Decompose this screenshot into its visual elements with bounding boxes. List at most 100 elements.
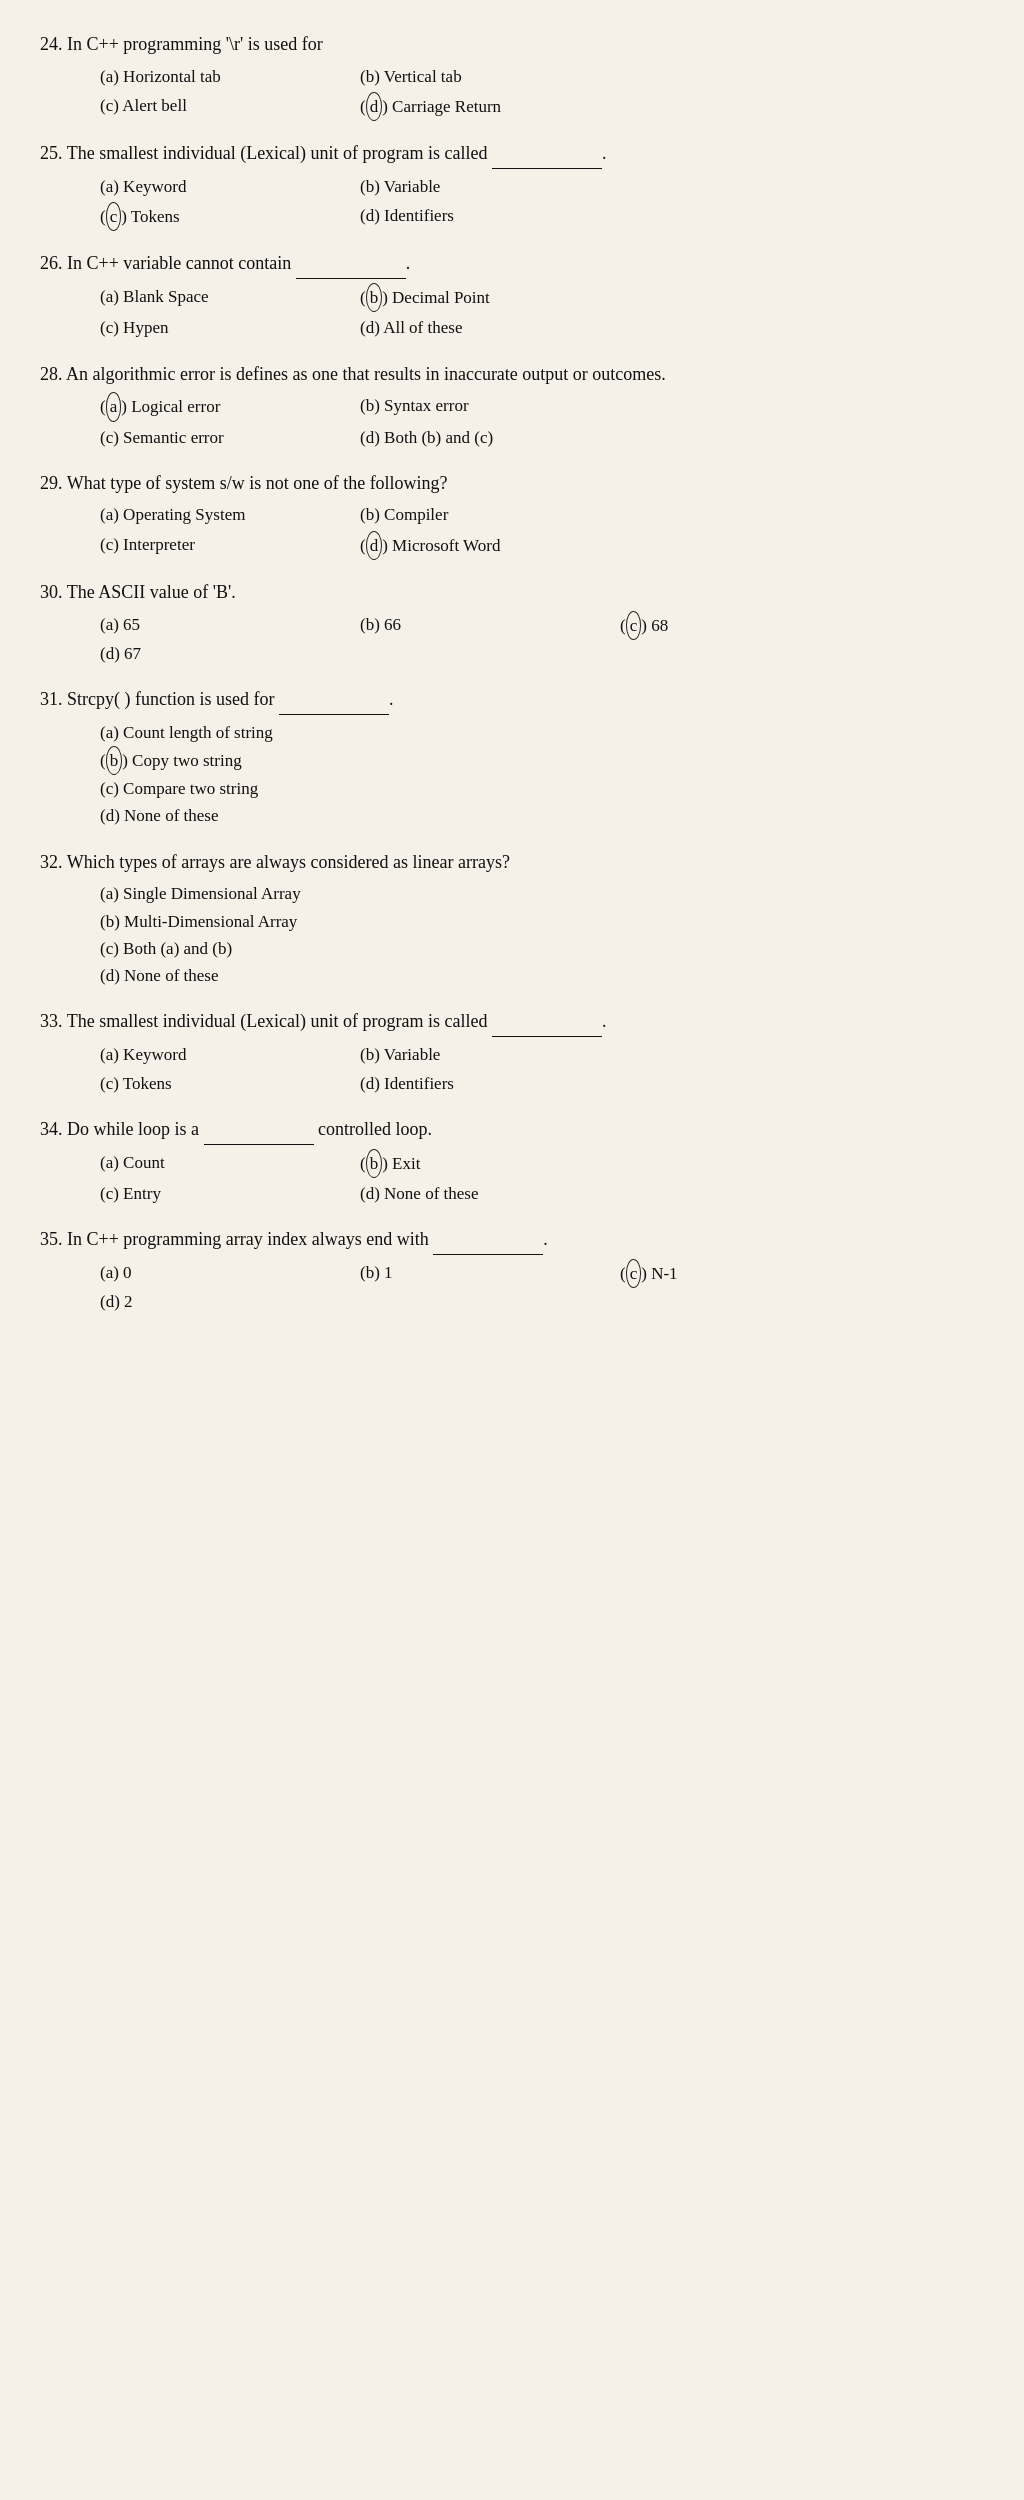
options-28: (a) Logical error (b) Syntax error (c) Sem… bbox=[100, 392, 984, 450]
option-34-3: (d) None of these bbox=[360, 1180, 580, 1207]
option-31-2: (c) Compare two string bbox=[100, 775, 984, 802]
option-28-0: (a) Logical error bbox=[100, 392, 320, 421]
option-32-2: (c) Both (a) and (b) bbox=[100, 935, 984, 962]
option-28-1: (b) Syntax error bbox=[360, 392, 580, 421]
option-29-0: (a) Operating System bbox=[100, 501, 320, 528]
option-29-1: (b) Compiler bbox=[360, 501, 580, 528]
question-text-30: 30. The ASCII value of 'B'. bbox=[40, 578, 984, 607]
option-row-29-1: (c) Interpreter(d) Microsoft Word bbox=[100, 531, 984, 560]
option-row-25-1: (c) Tokens (d) Identifiers bbox=[100, 202, 984, 231]
option-31-3: (d) None of these bbox=[100, 802, 984, 829]
option-34-0: (a) Count bbox=[100, 1149, 320, 1178]
option-row-24-1: (c) Alert bell (d) Carriage Return bbox=[100, 92, 984, 121]
option-row-26-1: (c) Hypen (d) All of these bbox=[100, 314, 984, 341]
options-35: (a) 0 (b) 1 (c) N-1 (d) 2 bbox=[100, 1259, 984, 1315]
option-row-28-1: (c) Semantic error (d) Both (b) and (c) bbox=[100, 424, 984, 451]
option-30-2: (c) 68 bbox=[620, 611, 840, 640]
option-31-1: (b) Copy two string bbox=[100, 746, 984, 775]
option-row-34-1: (c) Entry (d) None of these bbox=[100, 1180, 984, 1207]
option-25-3: (d) Identifiers bbox=[360, 202, 580, 231]
circled-label: d bbox=[366, 92, 383, 121]
option-row-33-0: (a) Keyword (b) Variable bbox=[100, 1041, 984, 1068]
option-24-2: (c) Alert bell bbox=[100, 92, 320, 121]
question-text-31: 31. Strcpy( ) function is used for . bbox=[40, 685, 984, 715]
options-33: (a) Keyword (b) Variable (c) Tokens (d) Ide… bbox=[100, 1041, 984, 1097]
question-text-24: 24. In C++ programming '\r' is used for bbox=[40, 30, 984, 59]
option-24-3: (d) Carriage Return bbox=[360, 92, 580, 121]
question-33: 33. The smallest individual (Lexical) un… bbox=[40, 1007, 984, 1097]
option-25-1: (b) Variable bbox=[360, 173, 580, 200]
option-26-3: (d) All of these bbox=[360, 314, 580, 341]
option-30-3: (d) 67 bbox=[100, 640, 320, 667]
question-28: 28. An algorithmic error is defines as o… bbox=[40, 360, 984, 451]
question-35: 35. In C++ programming array index alway… bbox=[40, 1225, 984, 1315]
circled-label: c bbox=[106, 202, 122, 231]
option-24-0: (a) Horizontal tab bbox=[100, 63, 320, 90]
option-32-0: (a) Single Dimensional Array bbox=[100, 880, 984, 907]
option-25-0: (a) Keyword bbox=[100, 173, 320, 200]
option-33-2: (c) Tokens bbox=[100, 1070, 320, 1097]
question-25: 25. The smallest individual (Lexical) un… bbox=[40, 139, 984, 231]
option-26-1: (b) Decimal Point bbox=[360, 283, 580, 312]
question-29: 29. What type of system s/w is not one o… bbox=[40, 469, 984, 560]
question-26: 26. In C++ variable cannot contain . (a) … bbox=[40, 249, 984, 341]
question-text-33: 33. The smallest individual (Lexical) un… bbox=[40, 1007, 984, 1037]
options-30: (a) 65 (b) 66 (c) 68 (d) 67 bbox=[100, 611, 984, 667]
circled-label: c bbox=[626, 611, 642, 640]
option-32-1: (b) Multi-Dimensional Array bbox=[100, 908, 984, 935]
circled-label: b bbox=[106, 746, 123, 775]
option-row-28-0: (a) Logical error (b) Syntax error bbox=[100, 392, 984, 421]
circled-label: a bbox=[106, 392, 122, 421]
option-31-0: (a) Count length of string bbox=[100, 719, 984, 746]
option-33-0: (a) Keyword bbox=[100, 1041, 320, 1068]
option-row-30: (a) 65 (b) 66 (c) 68 (d) 67 bbox=[100, 611, 984, 667]
option-35-2: (c) N-1 bbox=[620, 1259, 840, 1288]
question-text-34: 34. Do while loop is a controlled loop. bbox=[40, 1115, 984, 1145]
option-row-24-0: (a) Horizontal tab (b) Vertical tab bbox=[100, 63, 984, 90]
option-row-35: (a) 0 (b) 1 (c) N-1 (d) 2 bbox=[100, 1259, 984, 1315]
option-28-3: (d) Both (b) and (c) bbox=[360, 424, 580, 451]
option-28-2: (c) Semantic error bbox=[100, 424, 320, 451]
option-33-1: (b) Variable bbox=[360, 1041, 580, 1068]
option-30-0: (a) 65 bbox=[100, 611, 320, 640]
option-26-0: (a) Blank Space bbox=[100, 283, 320, 312]
question-text-28: 28. An algorithmic error is defines as o… bbox=[40, 360, 984, 389]
circled-label: b bbox=[366, 283, 383, 312]
question-31: 31. Strcpy( ) function is used for . (a) … bbox=[40, 685, 984, 830]
question-34: 34. Do while loop is a controlled loop. (… bbox=[40, 1115, 984, 1207]
circled-label: b bbox=[366, 1149, 383, 1178]
options-26: (a) Blank Space(b) Decimal Point(c) Hype… bbox=[100, 283, 984, 341]
question-text-29: 29. What type of system s/w is not one o… bbox=[40, 469, 984, 498]
question-text-25: 25. The smallest individual (Lexical) un… bbox=[40, 139, 984, 169]
option-29-3: (d) Microsoft Word bbox=[360, 531, 580, 560]
option-row-26-0: (a) Blank Space (b) Decimal Point bbox=[100, 283, 984, 312]
options-24: (a) Horizontal tab(b) Vertical tab(c) Al… bbox=[100, 63, 984, 121]
circled-label: d bbox=[366, 531, 383, 560]
option-35-3: (d) 2 bbox=[100, 1288, 320, 1315]
option-35-1: (b) 1 bbox=[360, 1259, 580, 1288]
circled-label: c bbox=[626, 1259, 642, 1288]
question-text-32: 32. Which types of arrays are always con… bbox=[40, 848, 984, 877]
options-32: (a) Single Dimensional Array(b) Multi-Di… bbox=[100, 880, 984, 989]
options-29: (a) Operating System (b) Compiler (c) Inte… bbox=[100, 501, 984, 559]
question-32: 32. Which types of arrays are always con… bbox=[40, 848, 984, 990]
options-34: (a) Count (b) Exit (c) Entry (d) None of th… bbox=[100, 1149, 984, 1207]
option-25-2: (c) Tokens bbox=[100, 202, 320, 231]
option-row-34-0: (a) Count (b) Exit bbox=[100, 1149, 984, 1178]
options-25: (a) Keyword (b) Variable (c) Tokens (d) Ide… bbox=[100, 173, 984, 231]
option-34-1: (b) Exit bbox=[360, 1149, 580, 1178]
option-24-1: (b) Vertical tab bbox=[360, 63, 580, 90]
option-32-3: (d) None of these bbox=[100, 962, 984, 989]
question-text-35: 35. In C++ programming array index alway… bbox=[40, 1225, 984, 1255]
question-30: 30. The ASCII value of 'B'.(a) 65(b) 66(… bbox=[40, 578, 984, 667]
option-26-2: (c) Hypen bbox=[100, 314, 320, 341]
question-text-26: 26. In C++ variable cannot contain . bbox=[40, 249, 984, 279]
options-31: (a) Count length of string(b) Copy two s… bbox=[100, 719, 984, 830]
option-row-29-0: (a) Operating System (b) Compiler bbox=[100, 501, 984, 528]
option-35-0: (a) 0 bbox=[100, 1259, 320, 1288]
option-row-25-0: (a) Keyword (b) Variable bbox=[100, 173, 984, 200]
option-33-3: (d) Identifiers bbox=[360, 1070, 580, 1097]
option-row-33-1: (c) Tokens (d) Identifiers bbox=[100, 1070, 984, 1097]
option-34-2: (c) Entry bbox=[100, 1180, 320, 1207]
option-30-1: (b) 66 bbox=[360, 611, 580, 640]
